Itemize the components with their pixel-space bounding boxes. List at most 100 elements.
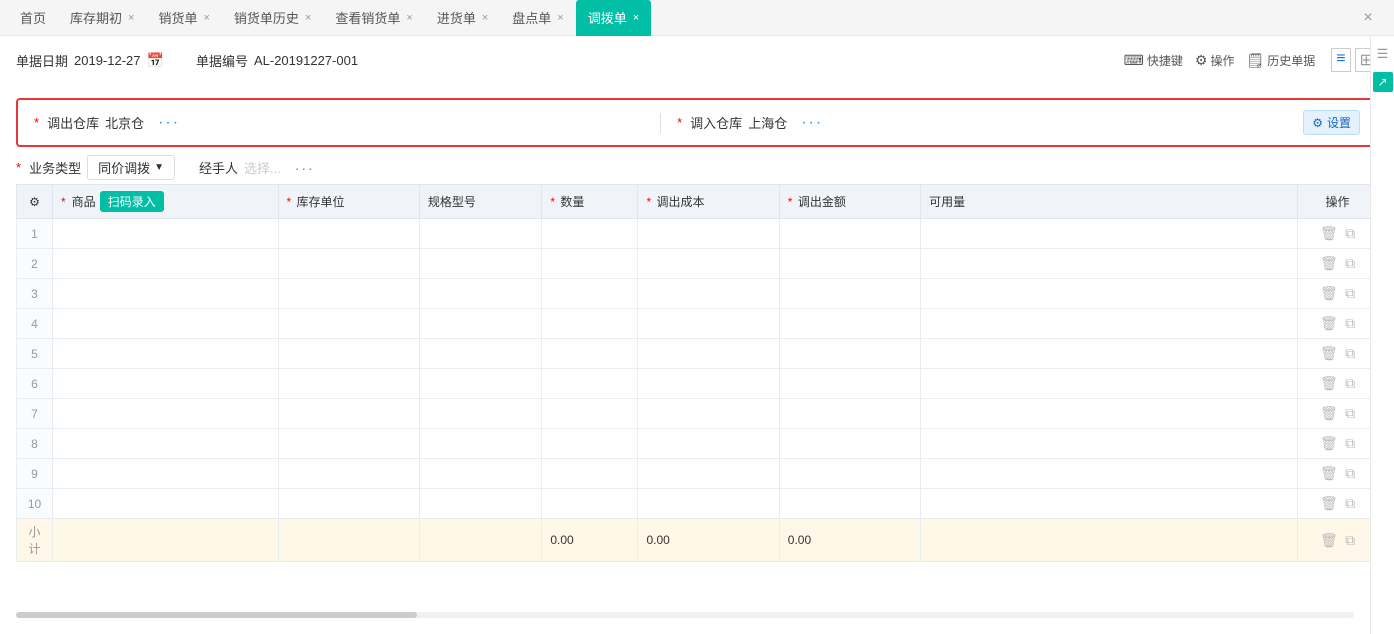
delete-icon[interactable]: 🗑 [1320,225,1338,241]
business-type-dropdown[interactable]: 同价调拨 ▼ [87,155,175,180]
in-warehouse-more[interactable]: ··· [801,114,823,132]
unit-cell[interactable] [278,249,419,279]
unit-cell[interactable] [278,459,419,489]
available-cell[interactable] [921,219,1298,249]
cost-cell[interactable] [638,429,779,459]
operation-button[interactable]: ⚙ 操作 [1195,52,1235,69]
tab-close-sales-history[interactable]: × [305,12,311,24]
delete-icon[interactable]: 🗑 [1320,405,1338,421]
copy-icon[interactable]: ⧉ [1345,532,1355,548]
tab-purchase[interactable]: 进货单 × [425,0,500,36]
tab-close-stocktake[interactable]: × [557,12,563,24]
product-cell[interactable] [53,219,279,249]
spec-cell[interactable] [419,279,541,309]
tab-home[interactable]: 首页 [8,0,58,36]
window-close-button[interactable]: × [1358,8,1378,28]
cost-cell[interactable] [638,399,779,429]
spec-cell[interactable] [419,369,541,399]
delete-icon[interactable]: 🗑 [1320,465,1338,481]
tab-close-view-sales[interactable]: × [406,12,412,24]
quantity-cell[interactable] [542,399,638,429]
spec-cell[interactable] [419,399,541,429]
delete-icon[interactable]: 🗑 [1320,375,1338,391]
sidebar-export-icon[interactable]: ↗ [1373,72,1393,92]
amount-cell[interactable]: 0.00 [779,519,920,562]
available-cell[interactable] [921,309,1298,339]
tab-transfer[interactable]: 调拨单 × [576,0,651,36]
quantity-cell[interactable] [542,339,638,369]
unit-cell[interactable] [278,309,419,339]
tab-close-sales-order[interactable]: × [203,12,209,24]
scrollbar-track[interactable] [16,612,1354,618]
copy-icon[interactable]: ⧉ [1345,285,1355,301]
cost-cell[interactable] [638,339,779,369]
cost-cell[interactable] [638,309,779,339]
product-cell[interactable] [53,369,279,399]
available-cell[interactable] [921,369,1298,399]
unit-cell[interactable] [278,219,419,249]
delete-icon[interactable]: 🗑 [1320,435,1338,451]
cost-cell[interactable]: 0.00 [638,519,779,562]
history-button[interactable]: 🗒 历史单据 [1246,52,1315,69]
copy-icon[interactable]: ⧉ [1345,345,1355,361]
out-warehouse-more[interactable]: ··· [158,114,180,132]
copy-icon[interactable]: ⧉ [1345,375,1355,391]
delete-icon[interactable]: 🗑 [1320,315,1338,331]
quantity-cell[interactable] [542,249,638,279]
product-cell[interactable] [53,459,279,489]
copy-icon[interactable]: ⧉ [1345,435,1355,451]
copy-icon[interactable]: ⧉ [1345,255,1355,271]
unit-cell[interactable] [278,489,419,519]
unit-cell[interactable] [278,369,419,399]
amount-cell[interactable] [779,489,920,519]
amount-cell[interactable] [779,219,920,249]
available-cell[interactable] [921,339,1298,369]
delete-icon[interactable]: 🗑 [1320,532,1338,548]
available-cell[interactable] [921,489,1298,519]
available-cell[interactable] [921,279,1298,309]
tab-sales-order[interactable]: 销货单 × [146,0,221,36]
quantity-cell[interactable] [542,369,638,399]
available-cell[interactable] [921,399,1298,429]
amount-cell[interactable] [779,369,920,399]
amount-cell[interactable] [779,399,920,429]
cost-cell[interactable] [638,489,779,519]
cost-cell[interactable] [638,279,779,309]
quantity-cell[interactable] [542,279,638,309]
product-cell[interactable] [53,489,279,519]
unit-cell[interactable] [278,399,419,429]
delete-icon[interactable]: 🗑 [1320,495,1338,511]
tab-sales-history[interactable]: 销货单历史 × [222,0,323,36]
amount-cell[interactable] [779,459,920,489]
cost-cell[interactable] [638,219,779,249]
delete-icon[interactable]: 🗑 [1320,285,1338,301]
amount-cell[interactable] [779,249,920,279]
th-settings[interactable]: ⚙ [17,185,53,219]
tab-close-purchase[interactable]: × [482,12,488,24]
unit-cell[interactable] [278,339,419,369]
amount-cell[interactable] [779,339,920,369]
amount-cell[interactable] [779,279,920,309]
product-cell[interactable] [53,279,279,309]
copy-icon[interactable]: ⧉ [1345,405,1355,421]
quantity-cell[interactable]: 0.00 [542,519,638,562]
spec-cell[interactable] [419,309,541,339]
quantity-cell[interactable] [542,429,638,459]
product-cell[interactable] [53,339,279,369]
scan-entry-button[interactable]: 扫码录入 [100,191,164,212]
cost-cell[interactable] [638,249,779,279]
cost-cell[interactable] [638,459,779,489]
tab-close-transfer[interactable]: × [633,12,639,24]
tab-close-inventory-init[interactable]: × [128,12,134,24]
layout-icon-1[interactable]: ≡ [1331,48,1350,72]
quantity-cell[interactable] [542,219,638,249]
available-cell[interactable] [921,459,1298,489]
sidebar-list-icon[interactable]: ☰ [1373,44,1393,64]
amount-cell[interactable] [779,309,920,339]
calendar-icon[interactable]: 📅 [147,52,164,69]
available-cell[interactable] [921,519,1298,562]
unit-cell[interactable] [278,429,419,459]
copy-icon[interactable]: ⧉ [1345,495,1355,511]
spec-cell[interactable] [419,219,541,249]
product-cell[interactable] [53,249,279,279]
